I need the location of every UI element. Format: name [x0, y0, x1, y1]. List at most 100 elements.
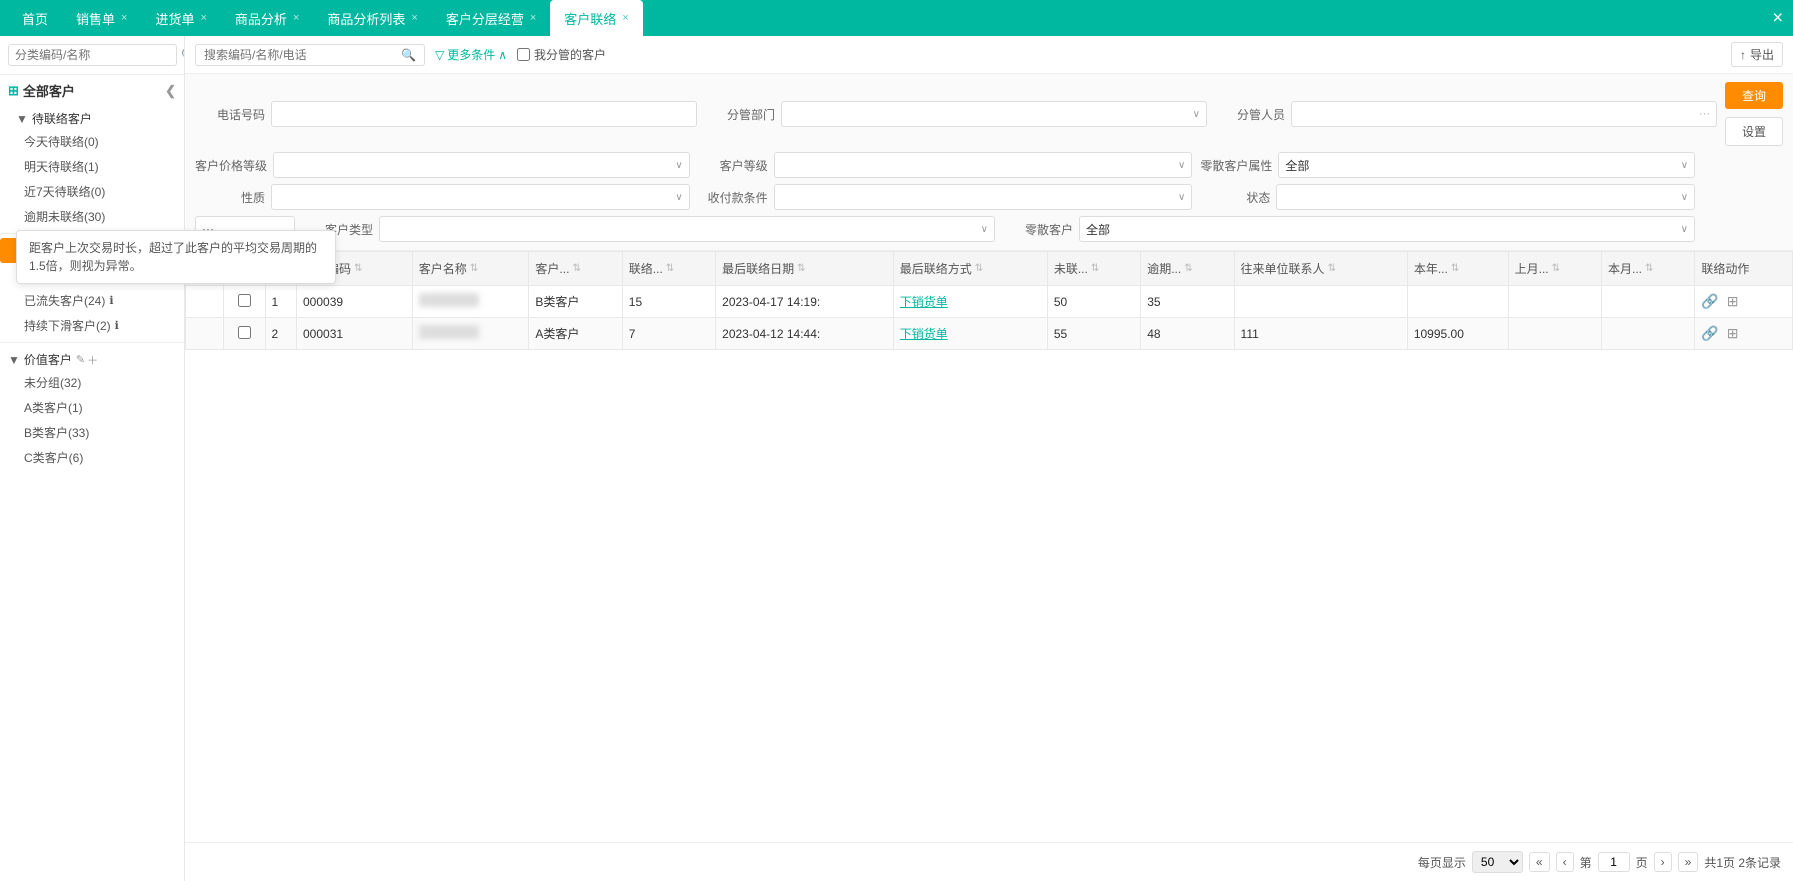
link-action-icon-2[interactable]: 🔗: [1701, 325, 1718, 342]
link-action-icon-1[interactable]: 🔗: [1701, 293, 1718, 310]
th-category[interactable]: 客户...⇅: [529, 252, 622, 286]
info-icon-3[interactable]: ℹ: [109, 294, 113, 307]
nav-customer-contact[interactable]: 客户联络 ×: [550, 0, 642, 36]
filter-search-input[interactable]: [204, 48, 401, 62]
td-this-month-1: [1601, 286, 1694, 318]
first-page-button[interactable]: «: [1529, 852, 1550, 872]
filter-retail-attr-cell: 零散客户属性 全部∨: [1200, 152, 1695, 178]
th-not-contacted[interactable]: 未联...⇅: [1047, 252, 1140, 286]
th-name[interactable]: 客户名称⇅: [412, 252, 529, 286]
status-dropdown[interactable]: ∨: [1276, 184, 1695, 210]
prev-page-button[interactable]: ‹: [1556, 852, 1574, 872]
sidebar-pending-group[interactable]: ▼ 待联络客户: [0, 106, 184, 129]
edit-icon[interactable]: ✎: [76, 353, 85, 366]
dept-dropdown[interactable]: ∨: [781, 101, 1207, 127]
grid-action-icon-1[interactable]: ⊞: [1727, 293, 1739, 310]
close-product-analysis-list-icon[interactable]: ×: [411, 12, 417, 24]
close-product-analysis-icon[interactable]: ×: [293, 12, 299, 24]
pagination: 每页显示 50 100 200 « ‹ 第 页 › » 共1页 2条记录: [185, 842, 1793, 881]
th-last-contact-method[interactable]: 最后联络方式⇅: [893, 252, 1047, 286]
th-last-month[interactable]: 上月...⇅: [1508, 252, 1601, 286]
nav-product-analysis[interactable]: 商品分析 ×: [221, 0, 313, 36]
page-number-input[interactable]: [1598, 852, 1630, 872]
retail-customer-dropdown[interactable]: 全部∨: [1079, 216, 1695, 242]
nav-sales-order[interactable]: 销售单 ×: [62, 0, 141, 36]
retail-attr-dropdown[interactable]: 全部∨: [1278, 152, 1695, 178]
per-page-select[interactable]: 50 100 200: [1472, 851, 1523, 873]
dept-label: 分管部门: [705, 106, 775, 123]
total-records-label: 共1页 2条记录: [1704, 854, 1781, 871]
close-sales-order-icon[interactable]: ×: [121, 12, 127, 24]
sidebar-item-overdue-pending[interactable]: 逾期未联络(30): [0, 204, 184, 229]
sidebar-item-today-pending[interactable]: 今天待联络(0): [0, 129, 184, 154]
table-row: 2 000031 A类客户 7 2023-04-12 14:44: 下销货单 5…: [186, 318, 1793, 350]
sidebar-all-customers[interactable]: ⊞ 全部客户 ❮: [0, 75, 184, 106]
td-last-contact-method-1[interactable]: 下销货单: [893, 286, 1047, 318]
row2-checkbox[interactable]: [238, 326, 251, 339]
payment-dropdown[interactable]: ∨: [774, 184, 1193, 210]
nav-product-analysis-list[interactable]: 商品分析列表 ×: [313, 0, 431, 36]
sort-icon-12: ⇅: [1645, 263, 1653, 274]
price-level-dropdown[interactable]: ∨: [273, 152, 690, 178]
sidebar-item-tomorrow-pending[interactable]: 明天待联络(1): [0, 154, 184, 179]
sort-icon-11: ⇅: [1552, 263, 1560, 274]
sort-icon-10: ⇅: [1451, 263, 1459, 274]
close-customer-contact-icon[interactable]: ×: [622, 12, 628, 24]
td-action-2: 🔗 ⊞: [1695, 318, 1793, 350]
arrow-down-icon-2: ▼: [8, 353, 20, 367]
sidebar-item-7days-pending[interactable]: 近7天待联络(0): [0, 179, 184, 204]
customer-level-label: 客户等级: [698, 157, 768, 174]
th-this-year[interactable]: 本年...⇅: [1407, 252, 1508, 286]
td-no-1: 1: [265, 286, 296, 318]
window-close-button[interactable]: ×: [1772, 8, 1783, 29]
sidebar-item-class-a[interactable]: A类客户(1): [0, 395, 184, 420]
nav-customer-segmentation[interactable]: 客户分层经营 ×: [432, 0, 550, 36]
close-purchase-order-icon[interactable]: ×: [200, 12, 206, 24]
add-group-icon[interactable]: ＋: [87, 352, 98, 368]
phone-input[interactable]: [271, 101, 697, 127]
filter-more-conditions[interactable]: ▽ 更多条件 ∧: [435, 46, 507, 63]
collapse-icon[interactable]: ❮: [165, 83, 176, 99]
customer-level-dropdown[interactable]: ∨: [774, 152, 1193, 178]
sidebar-item-class-b[interactable]: B类客户(33): [0, 420, 184, 445]
gender-dropdown[interactable]: ∨: [271, 184, 690, 210]
per-page-label: 每页显示: [1418, 854, 1466, 871]
person-input[interactable]: ···: [1291, 101, 1717, 127]
sort-icon-2: ⇅: [470, 263, 478, 274]
tooltip-box: 距客户上次交易时长，超过了此客户的平均交易周期的1.5倍，则视为异常。: [16, 230, 336, 284]
export-button[interactable]: ↑ 导出: [1731, 42, 1783, 67]
sidebar-search-input[interactable]: [8, 44, 177, 66]
my-customers-checkbox[interactable]: [517, 48, 530, 61]
sort-icon-8: ⇅: [1184, 263, 1192, 274]
td-not-contacted-2: 55: [1047, 318, 1140, 350]
td-last-contact-method-2[interactable]: 下销货单: [893, 318, 1047, 350]
sidebar-item-class-c[interactable]: C类客户(6): [0, 445, 184, 470]
th-contact[interactable]: 联络...⇅: [622, 252, 715, 286]
grid-action-icon-2[interactable]: ⊞: [1727, 325, 1739, 342]
settings-button[interactable]: 设置: [1725, 117, 1783, 146]
th-contact-person[interactable]: 往来单位联系人⇅: [1234, 252, 1407, 286]
last-page-button[interactable]: »: [1678, 852, 1699, 872]
td-checkbox-1: [223, 286, 265, 318]
sidebar-item-ungrouped[interactable]: 未分组(32): [0, 370, 184, 395]
filter-retail-customer-cell: 零散客户 全部∨: [1003, 216, 1695, 242]
close-customer-segmentation-icon[interactable]: ×: [530, 12, 536, 24]
next-page-button[interactable]: ›: [1654, 852, 1672, 872]
nav-purchase-order[interactable]: 进货单 ×: [141, 0, 220, 36]
query-button[interactable]: 查询: [1725, 82, 1783, 109]
sidebar-item-already-lost[interactable]: 已流失客户(24) ℹ: [0, 288, 184, 313]
sidebar-item-persistent-decline[interactable]: 持续下滑客户(2) ℹ: [0, 313, 184, 338]
th-overdue[interactable]: 逾期...⇅: [1141, 252, 1234, 286]
sort-icon-6: ⇅: [975, 263, 983, 274]
customer-type-dropdown[interactable]: ∨: [379, 216, 995, 242]
content-area: 🔍 ▽ 更多条件 ∧ 我分管的客户 ↑ 导出 电话号码: [185, 36, 1793, 881]
td-last-month-1: [1508, 286, 1601, 318]
filter-search-icon[interactable]: 🔍: [401, 48, 416, 62]
th-last-contact-date[interactable]: 最后联络日期⇅: [716, 252, 894, 286]
td-category-1: B类客户: [529, 286, 622, 318]
row1-checkbox[interactable]: [238, 294, 251, 307]
nav-home[interactable]: 首页: [8, 0, 62, 36]
th-this-month[interactable]: 本月...⇅: [1601, 252, 1694, 286]
td-action-1: 🔗 ⊞: [1695, 286, 1793, 318]
info-icon-4[interactable]: ℹ: [115, 319, 119, 332]
